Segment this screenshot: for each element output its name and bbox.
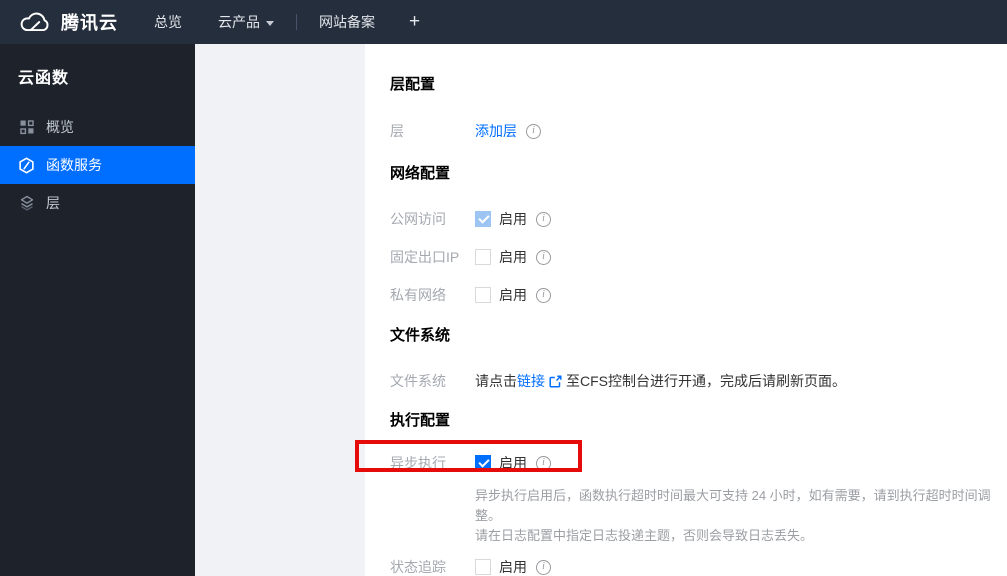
async-help-line2: 请在日志配置中指定日志投递主题，否则会导致日志丢失。 — [475, 528, 814, 543]
info-icon[interactable]: i — [536, 287, 551, 303]
cloud-logo-icon — [18, 11, 52, 34]
row-label: 公网访问 — [390, 211, 446, 227]
form-row-private-network: 私有网络 启用 i — [390, 286, 1007, 304]
row-label: 状态追踪 — [390, 559, 446, 575]
async-help-text: 异步执行启用后，函数执行超时时间最大可支持 24 小时，如有需要，请到执行超时时… — [475, 486, 1007, 546]
section-heading-layer-config: 层配置 — [390, 76, 436, 93]
cfs-console-link[interactable]: 链接 — [517, 372, 545, 390]
external-link-icon[interactable] — [549, 374, 562, 388]
sidebar: 云函数 概览 函数服务 层 — [0, 44, 195, 576]
form-row-layer: 层 添加层 i — [390, 122, 1007, 140]
enable-label: 启用 — [499, 249, 527, 265]
enable-label: 启用 — [499, 455, 527, 471]
brand-name: 腾讯云 — [61, 13, 118, 33]
enable-label: 启用 — [499, 287, 527, 303]
sidebar-item-label: 层 — [46, 195, 60, 211]
info-icon[interactable]: i — [536, 455, 551, 471]
form-row-async-execution: 异步执行 启用 i — [355, 440, 1007, 472]
section-heading-network-config: 网络配置 — [390, 165, 451, 182]
section-heading-execution-config: 执行配置 — [390, 412, 451, 429]
nav-item-cloud-products[interactable]: 云产品 — [218, 12, 274, 32]
top-navbar: 腾讯云 总览 云产品 网站备案 + — [0, 0, 1007, 44]
sidebar-item-label: 概览 — [46, 119, 74, 135]
private-network-checkbox[interactable] — [475, 287, 491, 303]
info-icon[interactable]: i — [526, 123, 541, 139]
row-label: 异步执行 — [390, 455, 446, 471]
function-config-content: 层配置 层 添加层 i 网络配置 公网访问 启用 i 固定出口IP 启用 i 私… — [355, 44, 1007, 576]
async-help-line1: 异步执行启用后，函数执行超时时间最大可支持 24 小时，如有需要，请到执行超时时… — [475, 488, 991, 523]
chevron-down-icon — [266, 20, 274, 26]
sidebar-item-layers[interactable]: 层 — [0, 184, 195, 222]
form-row-fixed-ip: 固定出口IP 启用 i — [390, 248, 1007, 266]
form-row-status-trace: 状态追踪 启用 i — [390, 558, 1007, 576]
nav-item-overview[interactable]: 总览 — [154, 12, 182, 32]
fixed-ip-checkbox[interactable] — [475, 249, 491, 265]
async-execution-checkbox[interactable] — [475, 455, 491, 471]
sidebar-title: 云函数 — [18, 70, 70, 87]
enable-label: 启用 — [499, 211, 527, 227]
add-tab-button[interactable]: + — [409, 11, 420, 33]
filesystem-text-after: 至CFS控制台进行开通，完成后请刷新页面。 — [566, 373, 846, 389]
layers-icon — [18, 195, 35, 212]
function-service-icon — [18, 156, 35, 174]
tencent-cloud-logo[interactable]: 腾讯云 — [18, 9, 118, 35]
form-row-file-system: 文件系统 请点击 链接 至CFS控制台进行开通，完成后请刷新页面。 — [390, 372, 1007, 390]
row-label: 文件系统 — [390, 373, 446, 389]
sidebar-item-label: 函数服务 — [46, 157, 102, 173]
row-label: 私有网络 — [390, 287, 446, 303]
info-icon[interactable]: i — [536, 559, 551, 575]
row-label: 固定出口IP — [390, 249, 460, 265]
nav-divider — [296, 14, 297, 30]
nav-website-record-label: 网站备案 — [319, 14, 375, 30]
sidebar-item-function-service[interactable]: 函数服务 — [0, 146, 195, 184]
filesystem-text-before: 请点击 — [475, 373, 517, 389]
secondary-panel — [195, 44, 365, 576]
row-label: 层 — [390, 123, 404, 139]
section-heading-file-system: 文件系统 — [390, 327, 451, 344]
grid-icon — [18, 119, 35, 136]
enable-label: 启用 — [499, 559, 527, 575]
info-icon[interactable]: i — [536, 249, 551, 265]
add-layer-link[interactable]: 添加层 — [475, 122, 517, 140]
nav-overview-label: 总览 — [154, 14, 182, 30]
sidebar-item-overview[interactable]: 概览 — [0, 108, 195, 146]
public-access-checkbox — [475, 211, 491, 227]
nav-item-website-record[interactable]: 网站备案 — [319, 12, 375, 32]
status-trace-checkbox[interactable] — [475, 559, 491, 575]
info-icon[interactable]: i — [536, 211, 551, 227]
nav-cloud-products-label: 云产品 — [218, 14, 260, 30]
form-row-public-access: 公网访问 启用 i — [390, 210, 1007, 228]
